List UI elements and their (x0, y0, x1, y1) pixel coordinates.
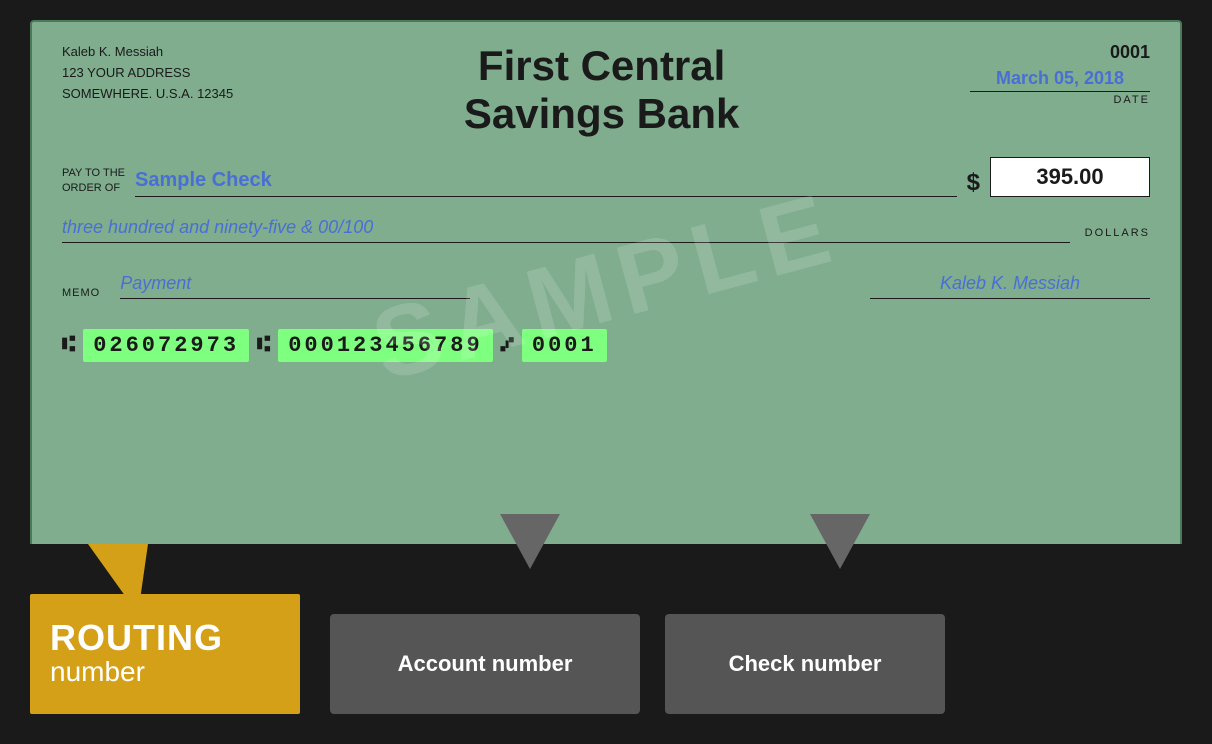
micr-separator-symbol: ⑇ (501, 333, 514, 358)
bank-name-line2: Savings Bank (464, 90, 739, 137)
right-header: 0001 March 05, 2018 DATE (970, 42, 1150, 106)
holder-name: Kaleb K. Messiah (62, 42, 233, 63)
memo-line: Payment (120, 273, 470, 299)
check-number-display: 0001 (1070, 42, 1150, 63)
routing-label-top: ROUTING (50, 620, 223, 656)
written-amount-row: three hundred and ninety-five & 00/100 D… (62, 217, 1150, 243)
check-number-arrow-icon (810, 514, 870, 569)
routing-label-bottom: number (50, 656, 145, 688)
check-number-label-box: Check number (665, 614, 945, 714)
account-number-arrow-icon (500, 514, 560, 569)
memo-label: MEMO (62, 287, 100, 299)
memo-value: Payment (120, 273, 191, 293)
account-holder-info: Kaleb K. Messiah 123 YOUR ADDRESS SOMEWH… (62, 42, 233, 104)
bank-name-line1: First Central (478, 42, 725, 89)
check-number-label: Check number (729, 651, 882, 677)
holder-address1: 123 YOUR ADDRESS (62, 63, 233, 84)
written-amount: three hundred and ninety-five & 00/100 (62, 217, 373, 237)
routing-number-micr: 026072973 (83, 329, 249, 362)
bank-name: First Central Savings Bank (253, 42, 950, 139)
micr-start-symbol: ⑆ (62, 333, 75, 358)
written-amount-line: three hundred and ninety-five & 00/100 (62, 217, 1070, 243)
pay-to-row: PAY TO THE ORDER OF Sample Check $ 395.0… (62, 157, 1150, 197)
micr-end-symbol: ⑆ (257, 333, 270, 358)
account-number-micr: 000123456789 (278, 329, 492, 362)
account-number-label: Account number (398, 651, 573, 677)
micr-row: ⑆ 026072973 ⑆ 000123456789 ⑇ 0001 (62, 329, 1150, 362)
memo-signature-row: MEMO Payment Kaleb K. Messiah (62, 273, 1150, 299)
date-label: DATE (1113, 94, 1150, 106)
routing-label-box: ROUTING number (30, 594, 300, 714)
dollar-sign: $ (967, 169, 980, 197)
signature-line: Kaleb K. Messiah (870, 273, 1150, 299)
amount-box: 395.00 (990, 157, 1150, 197)
account-number-label-box: Account number (330, 614, 640, 714)
check-number-micr: 0001 (522, 329, 607, 362)
pay-to-line: Sample Check (135, 169, 957, 197)
signature-area: Kaleb K. Messiah (490, 273, 1150, 299)
check-header: Kaleb K. Messiah 123 YOUR ADDRESS SOMEWH… (62, 42, 1150, 139)
payee-name: Sample Check (135, 169, 272, 191)
holder-address2: SOMEWHERE. U.S.A. 12345 (62, 84, 233, 105)
signature-value: Kaleb K. Messiah (940, 273, 1080, 293)
pay-to-label: PAY TO THE ORDER OF (62, 166, 125, 197)
check-document: SAMPLE Kaleb K. Messiah 123 YOUR ADDRESS… (30, 20, 1182, 554)
date-value: March 05, 2018 (970, 68, 1150, 92)
date-area: March 05, 2018 DATE (970, 68, 1150, 106)
dollars-label: DOLLARS (1085, 227, 1150, 243)
